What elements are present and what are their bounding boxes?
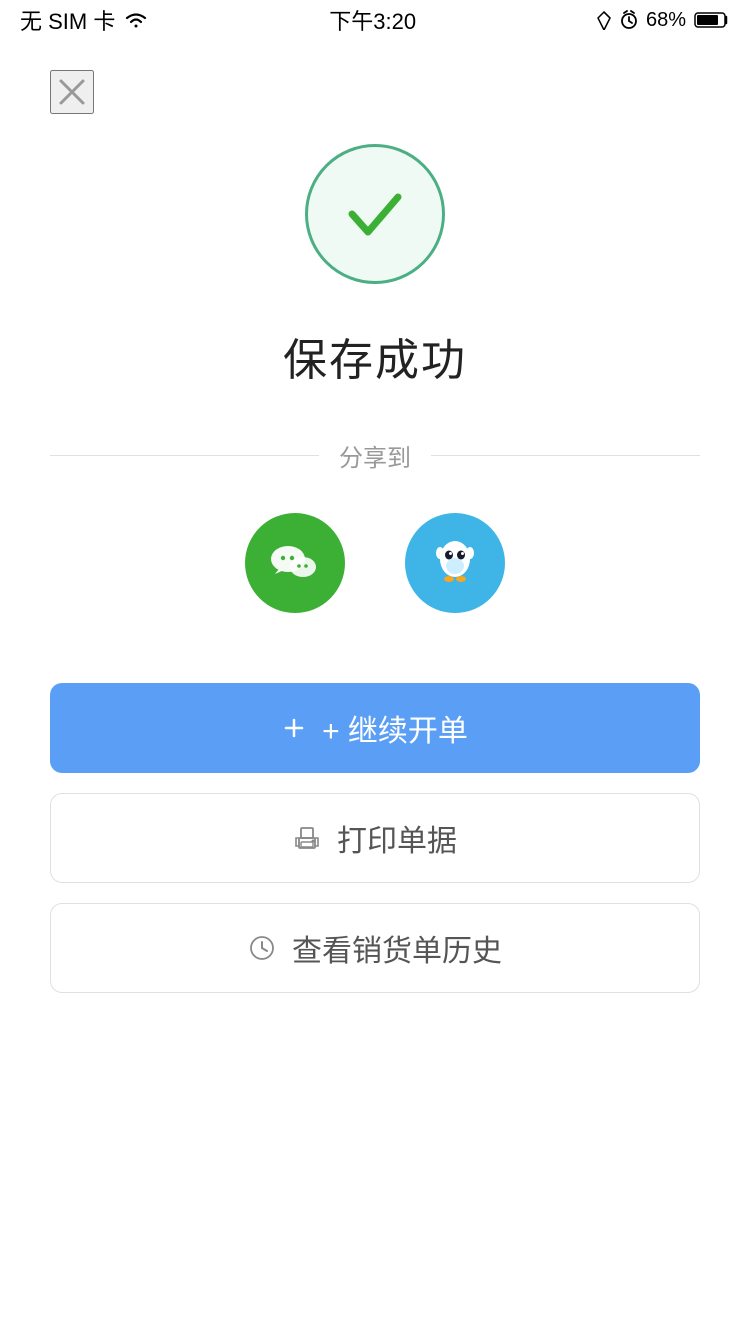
- status-time: 下午3:20: [329, 4, 416, 36]
- close-icon: [57, 77, 87, 107]
- wechat-icon: [265, 533, 325, 593]
- location-icon: [596, 10, 612, 30]
- share-divider: 分享到: [50, 438, 700, 473]
- plus-icon: [282, 716, 306, 740]
- qq-share-button[interactable]: [405, 513, 505, 613]
- history-label: 查看销货单历史: [292, 926, 502, 970]
- alarm-icon: [620, 10, 638, 30]
- print-button[interactable]: 打印单据: [50, 793, 700, 883]
- status-right: 68%: [596, 9, 730, 32]
- action-buttons: + 继续开单 打印单据: [50, 683, 700, 993]
- close-button[interactable]: [50, 70, 94, 114]
- history-button[interactable]: 查看销货单历史: [50, 903, 700, 993]
- battery-icon: [694, 11, 730, 29]
- divider-line-left: [50, 455, 319, 456]
- printer-icon: [293, 824, 321, 852]
- continue-label: + 继续开单: [322, 706, 468, 750]
- print-label: 打印单据: [337, 816, 457, 860]
- no-sim-text: 无 SIM 卡: [20, 4, 115, 36]
- success-title: 保存成功: [283, 324, 467, 388]
- share-icons-row: [245, 513, 505, 613]
- success-circle: [305, 144, 445, 284]
- checkmark-icon: [340, 179, 410, 249]
- main-content: 保存成功 分享到: [0, 114, 750, 1334]
- wechat-share-button[interactable]: [245, 513, 345, 613]
- divider-line-right: [431, 455, 700, 456]
- wifi-icon: [123, 10, 149, 30]
- clock-icon: [248, 934, 276, 962]
- qq-icon: [425, 533, 485, 593]
- status-left: 无 SIM 卡: [20, 4, 149, 36]
- status-bar: 无 SIM 卡 下午3:20 68%: [0, 0, 750, 40]
- continue-button[interactable]: + 继续开单: [50, 683, 700, 773]
- share-label: 分享到: [339, 438, 411, 473]
- battery-text: 68%: [646, 9, 686, 32]
